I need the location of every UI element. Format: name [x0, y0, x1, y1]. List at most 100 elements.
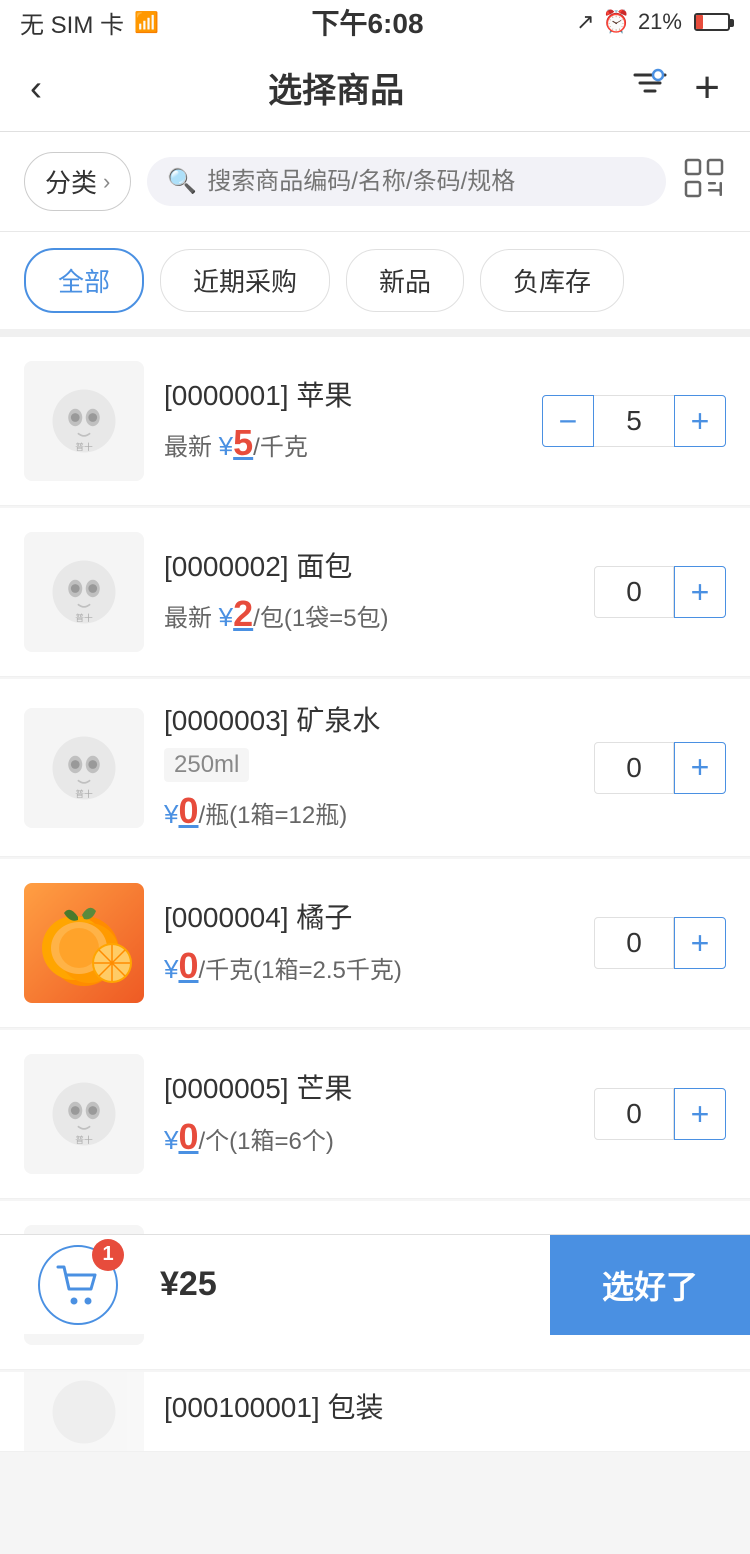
status-time: 下午6:08 — [311, 2, 423, 42]
yen-sign: ¥ — [219, 431, 233, 461]
owl-placeholder: 普十 — [49, 1079, 119, 1149]
price-number: 0 — [178, 1116, 198, 1157]
product-price-0000003: ¥0/瓶(1箱=12瓶) — [164, 790, 574, 832]
yen-sign: ¥ — [164, 799, 178, 829]
product-name-0000001: [0000001] 苹果 — [164, 378, 522, 414]
list-item: 普十 [0000001] 苹果 最新 ¥5/千克 − + — [0, 337, 750, 506]
battery-text: 21% — [638, 9, 682, 35]
product-image-0000001: 普十 — [24, 361, 144, 481]
quantity-control-0000002: + — [594, 566, 726, 618]
price-number: 0 — [178, 945, 198, 986]
cart-total: ¥25 — [140, 1265, 550, 1304]
wifi-icon: 📶 — [134, 10, 159, 35]
product-image-partial — [24, 1372, 144, 1452]
page-title: 选择商品 — [268, 63, 404, 112]
status-right: ↗ ⏰ 21% — [576, 9, 730, 35]
alarm-icon: ⏰ — [603, 9, 630, 35]
price-unit: /千克 — [253, 434, 308, 461]
product-info-0000005: [0000005] 芒果 ¥0/个(1箱=6个) — [164, 1071, 574, 1157]
owl-placeholder: 普十 — [49, 557, 119, 627]
product-spec-0000003: 250ml — [164, 748, 249, 782]
search-input[interactable] — [207, 168, 646, 196]
svg-text:普十: 普十 — [75, 788, 93, 799]
svg-text:普十: 普十 — [75, 441, 93, 452]
quantity-input-0000002[interactable] — [594, 566, 674, 618]
tab-negative[interactable]: 负库存 — [480, 249, 624, 312]
product-info-0000003: [0000003] 矿泉水 250ml ¥0/瓶(1箱=12瓶) — [164, 703, 574, 832]
quantity-input-0000005[interactable] — [594, 1088, 674, 1140]
price-unit: /瓶(1箱=12瓶) — [199, 802, 348, 829]
product-info-partial: [000100001] 包装 — [164, 1390, 726, 1434]
price-prefix: 最新 — [164, 605, 212, 632]
list-item: 普十 [0000005] 芒果 ¥0/个(1箱=6个) + — [0, 1030, 750, 1199]
plus-button-0000003[interactable]: + — [674, 742, 726, 794]
quantity-input-0000004[interactable] — [594, 917, 674, 969]
back-button[interactable]: ‹ — [30, 67, 42, 109]
nav-bar: ‹ 选择商品 + — [0, 44, 750, 132]
price-unit: /个(1箱=6个) — [199, 1128, 334, 1155]
nav-actions: + — [630, 63, 720, 113]
status-left: 无 SIM 卡 📶 — [20, 5, 159, 40]
product-image-0000003: 普十 — [24, 708, 144, 828]
cart-icon-wrapper: 1 — [0, 1245, 140, 1325]
tab-all[interactable]: 全部 — [24, 248, 144, 313]
price-number: 5 — [233, 422, 253, 463]
product-image-0000002: 普十 — [24, 532, 144, 652]
quantity-input-0000003[interactable] — [594, 742, 674, 794]
svg-text:普十: 普十 — [75, 612, 93, 623]
svg-text:普十: 普十 — [75, 1134, 93, 1145]
tab-new[interactable]: 新品 — [346, 249, 464, 312]
quantity-control-0000003: + — [594, 742, 726, 794]
cart-badge: 1 — [92, 1239, 124, 1271]
product-info-0000004: [0000004] 橘子 ¥0/千克(1箱=2.5千克) — [164, 900, 574, 986]
search-area: 分类 › 🔍 — [0, 132, 750, 232]
battery-indicator — [694, 13, 730, 31]
price-unit: /千克(1箱=2.5千克) — [199, 957, 402, 984]
product-info-0000001: [0000001] 苹果 最新 ¥5/千克 — [164, 378, 522, 464]
product-price-0000002: 最新 ¥2/包(1袋=5包) — [164, 593, 574, 635]
product-image-0000004 — [24, 883, 144, 1003]
plus-button-0000002[interactable]: + — [674, 566, 726, 618]
product-info-0000002: [0000002] 面包 最新 ¥2/包(1袋=5包) — [164, 549, 574, 635]
product-price-0000001: 最新 ¥5/千克 — [164, 422, 522, 464]
yen-sign: ¥ — [164, 1125, 178, 1155]
add-icon[interactable]: + — [694, 63, 720, 113]
owl-placeholder: 普十 — [49, 733, 119, 803]
list-item: [000100001] 包装 — [0, 1372, 750, 1452]
list-item: 普十 [0000003] 矿泉水 250ml ¥0/瓶(1箱=12瓶) + — [0, 679, 750, 857]
list-item: [0000004] 橘子 ¥0/千克(1箱=2.5千克) + — [0, 859, 750, 1028]
location-icon: ↗ — [576, 9, 594, 35]
quantity-control-0000005: + — [594, 1088, 726, 1140]
cart-bar: 1 ¥25 选好了 — [0, 1234, 750, 1334]
confirm-button[interactable]: 选好了 — [550, 1235, 750, 1335]
cart-icon[interactable]: 1 — [38, 1245, 118, 1325]
plus-button-0000005[interactable]: + — [674, 1088, 726, 1140]
yen-sign: ¥ — [219, 602, 233, 632]
product-name-partial: [000100001] 包装 — [164, 1390, 726, 1426]
scan-icon[interactable] — [682, 156, 726, 208]
search-icon: 🔍 — [167, 167, 197, 196]
product-price-0000004: ¥0/千克(1箱=2.5千克) — [164, 945, 574, 987]
minus-button-0000001[interactable]: − — [542, 395, 594, 447]
plus-button-0000004[interactable]: + — [674, 917, 726, 969]
product-name-0000005: [0000005] 芒果 — [164, 1071, 574, 1107]
quantity-input-0000001[interactable] — [594, 395, 674, 447]
tab-recent[interactable]: 近期采购 — [160, 249, 330, 312]
product-name-0000003: [0000003] 矿泉水 — [164, 703, 574, 739]
quantity-control-0000004: + — [594, 917, 726, 969]
product-image-0000005: 普十 — [24, 1054, 144, 1174]
filter-icon[interactable] — [630, 63, 670, 113]
owl-placeholder: 普十 — [49, 386, 119, 456]
yen-sign: ¥ — [164, 954, 178, 984]
chevron-right-icon: › — [103, 169, 110, 195]
category-button[interactable]: 分类 › — [24, 152, 131, 211]
product-price-0000005: ¥0/个(1箱=6个) — [164, 1116, 574, 1158]
search-box: 🔍 — [147, 157, 666, 206]
price-unit: /包(1袋=5包) — [253, 605, 388, 632]
plus-button-0000001[interactable]: + — [674, 395, 726, 447]
quantity-control-0000001: − + — [542, 395, 726, 447]
carrier-text: 无 SIM 卡 — [20, 5, 124, 40]
list-item: 普十 [0000002] 面包 最新 ¥2/包(1袋=5包) + — [0, 508, 750, 677]
product-name-0000002: [0000002] 面包 — [164, 549, 574, 585]
product-name-0000004: [0000004] 橘子 — [164, 900, 574, 936]
